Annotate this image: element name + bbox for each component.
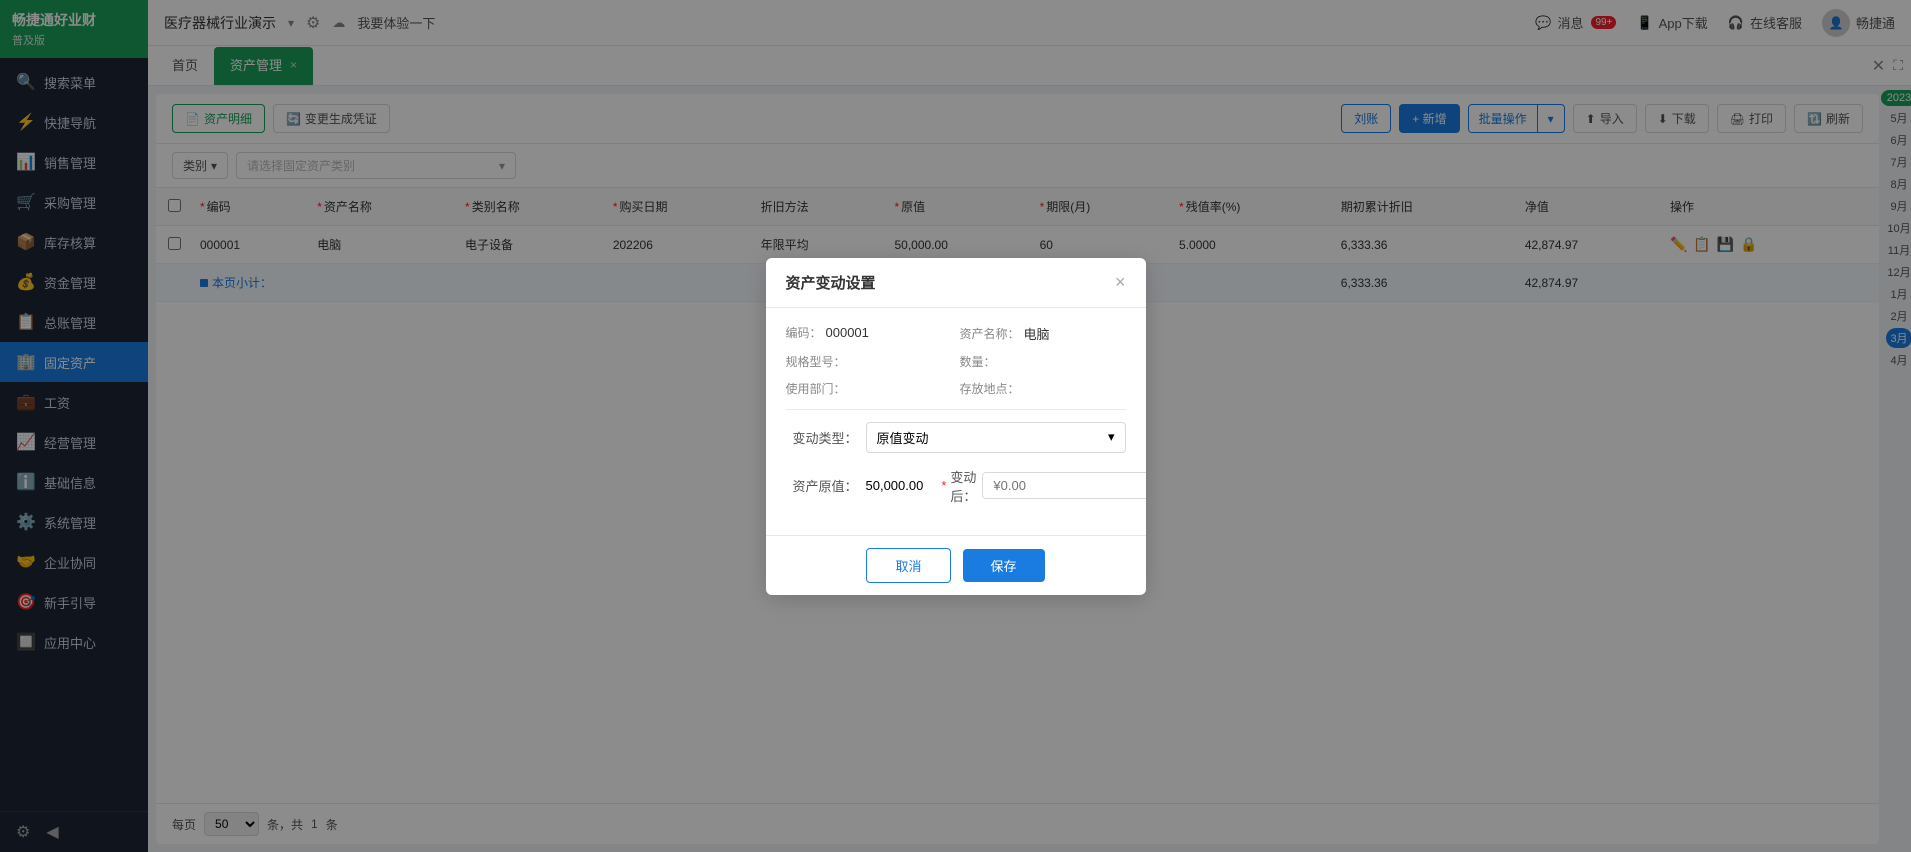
modal-code-value: 000001 — [826, 325, 869, 340]
modal-change-type-select[interactable]: 原值变动 ▾ — [866, 422, 1126, 453]
modal-change-type-arrow: ▾ — [1108, 429, 1115, 445]
cancel-button[interactable]: 取消 — [866, 548, 950, 583]
modal-close-btn[interactable]: × — [1115, 272, 1126, 293]
save-button[interactable]: 保存 — [963, 549, 1045, 582]
modal-overlay: 资产变动设置 × 编码： 000001 资产名称： 电脑 — [0, 0, 1911, 852]
modal-original-value-row: 资产原值： 50,000.00 * 变动后： — [786, 467, 1126, 505]
modal-asset-name-label: 资产名称： — [960, 325, 1020, 342]
modal-after-change-wrapper: * 变动后： — [941, 467, 1145, 505]
modal-title: 资产变动设置 — [786, 272, 876, 293]
asset-change-modal: 资产变动设置 × 编码： 000001 资产名称： 电脑 — [766, 258, 1146, 595]
modal-quantity-label: 数量： — [960, 353, 996, 370]
modal-change-type-row: 变动类型： 原值变动 ▾ — [786, 422, 1126, 453]
modal-header: 资产变动设置 × — [766, 258, 1146, 308]
modal-divider — [786, 409, 1126, 410]
modal-code-label: 编码： — [786, 324, 822, 341]
modal-change-type-label: 变动类型： — [786, 428, 858, 447]
modal-code-field: 编码： 000001 — [786, 324, 952, 343]
modal-quantity-field: 数量： — [960, 353, 1126, 370]
modal-location-field: 存放地点： — [960, 380, 1126, 397]
modal-after-change-label: 变动后： — [950, 467, 976, 505]
modal-original-value-input: 50,000.00 — [866, 473, 934, 498]
modal-original-value-label: 资产原值： — [786, 476, 858, 495]
modal-after-change-input[interactable] — [982, 472, 1145, 499]
modal-asset-name-value: 电脑 — [1024, 324, 1050, 343]
required-star: * — [941, 478, 946, 493]
modal-department-field: 使用部门： — [786, 380, 952, 397]
modal-spec-field: 规格型号： — [786, 353, 952, 370]
modal-footer: 取消 保存 — [766, 535, 1146, 595]
modal-location-label: 存放地点： — [960, 380, 1020, 397]
modal-department-label: 使用部门： — [786, 380, 846, 397]
modal-body: 编码： 000001 资产名称： 电脑 规格型号： — [766, 308, 1146, 535]
modal-spec-label: 规格型号： — [786, 353, 846, 370]
modal-original-value-display: 50,000.00 — [866, 478, 924, 493]
modal-change-type-value: 原值变动 — [877, 428, 929, 447]
modal-asset-name-field: 资产名称： 电脑 — [960, 324, 1126, 343]
modal-info-section: 编码： 000001 资产名称： 电脑 规格型号： — [786, 324, 1126, 397]
